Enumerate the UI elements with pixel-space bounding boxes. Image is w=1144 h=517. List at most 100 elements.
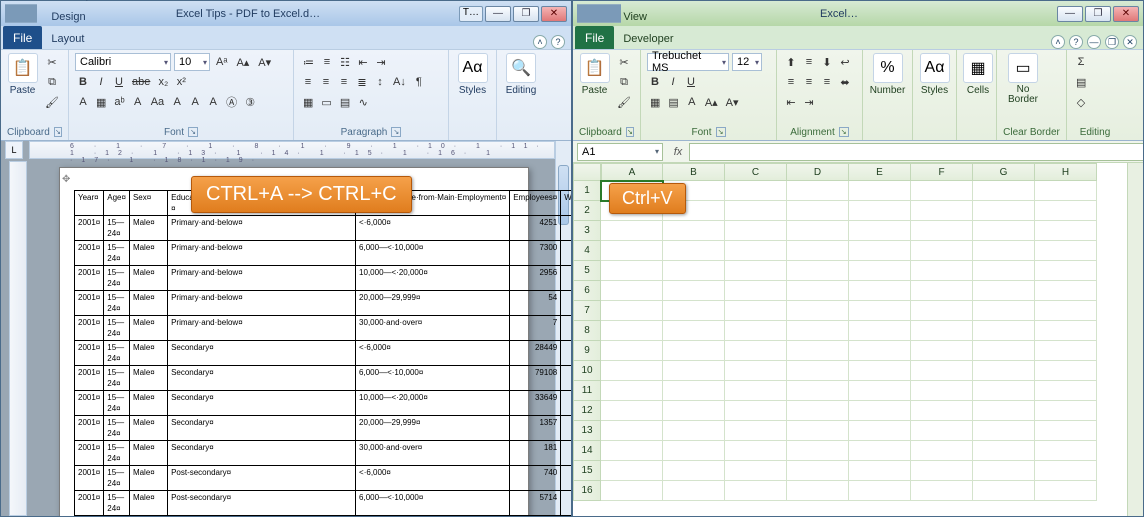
table-cell[interactable]: 54 xyxy=(510,291,561,316)
font-extra-5[interactable]: A xyxy=(169,93,185,111)
bold-button[interactable]: B xyxy=(75,73,91,91)
table-cell[interactable]: Secondary¤ xyxy=(168,341,356,366)
clear-formatting-button[interactable]: Aᵃ xyxy=(213,53,230,71)
cell-C2[interactable] xyxy=(725,201,787,221)
table-cell[interactable]: 28449 xyxy=(510,341,561,366)
table-cell[interactable]: 15—24¤ xyxy=(104,491,130,516)
cell-B12[interactable] xyxy=(663,401,725,421)
cell-A11[interactable] xyxy=(601,381,663,401)
grow-font-button[interactable]: A▴ xyxy=(702,93,721,111)
table-cell[interactable]: 2001¤ xyxy=(75,491,104,516)
col-head-F[interactable]: F xyxy=(911,163,973,181)
cell-A10[interactable] xyxy=(601,361,663,381)
table-cell[interactable]: 2001¤ xyxy=(75,391,104,416)
styles-button[interactable]: AαStyles xyxy=(455,53,490,96)
cell-A12[interactable] xyxy=(601,401,663,421)
cell-B9[interactable] xyxy=(663,341,725,361)
row-head-13[interactable]: 13 xyxy=(573,421,601,441)
fill-color-button[interactable]: ▤ xyxy=(665,93,681,111)
table-cell[interactable]: Post-secondary¤ xyxy=(168,466,356,491)
increase-indent-button[interactable]: ⇥ xyxy=(801,93,817,111)
tab-view[interactable]: View xyxy=(615,5,693,27)
cell-G6[interactable] xyxy=(973,281,1035,301)
cell-C15[interactable] xyxy=(725,461,787,481)
shrink-font-button[interactable]: A▾ xyxy=(723,93,742,111)
table-cell[interactable]: Male¤ xyxy=(129,391,167,416)
table-cell[interactable]: 7472¤ xyxy=(561,241,571,266)
fill-button[interactable]: ▤ xyxy=(1073,73,1089,91)
cell-C6[interactable] xyxy=(725,281,787,301)
font-extra-3[interactable]: A xyxy=(130,93,146,111)
cell-F10[interactable] xyxy=(911,361,973,381)
cell-E1[interactable] xyxy=(849,181,911,201)
cell-D7[interactable] xyxy=(787,301,849,321)
workbook-restore-icon[interactable]: ❐ xyxy=(1105,35,1119,49)
table-cell[interactable]: 7300 xyxy=(510,241,561,266)
maximize-button[interactable]: ❐ xyxy=(1085,6,1111,22)
word-page[interactable]: ✥ Year¤Age¤Sex¤Educational·Attainment·(H… xyxy=(59,167,529,516)
cut-button[interactable]: ✂ xyxy=(614,53,634,71)
no-border-button[interactable]: ▭No Border xyxy=(1003,53,1043,105)
tab-developer[interactable]: Developer xyxy=(615,27,693,49)
table-cell[interactable]: 7 xyxy=(510,316,561,341)
cell-H14[interactable] xyxy=(1035,441,1097,461)
table-cell[interactable]: 15—24¤ xyxy=(104,516,130,517)
row-head-4[interactable]: 4 xyxy=(573,241,601,261)
cell-F7[interactable] xyxy=(911,301,973,321)
cell-C9[interactable] xyxy=(725,341,787,361)
cell-C13[interactable] xyxy=(725,421,787,441)
cell-C12[interactable] xyxy=(725,401,787,421)
fx-icon[interactable]: fx xyxy=(667,146,689,158)
table-cell[interactable]: 4701¤ xyxy=(561,216,571,241)
table-cell[interactable]: Male¤ xyxy=(129,441,167,466)
vertical-ruler[interactable] xyxy=(9,161,27,516)
fill-button[interactable]: ▤ xyxy=(337,93,353,111)
cell-H13[interactable] xyxy=(1035,421,1097,441)
middle-align-button[interactable]: ≡ xyxy=(801,53,817,71)
autosum-button[interactable]: Σ xyxy=(1073,53,1089,71)
cell-A7[interactable] xyxy=(601,301,663,321)
bullets-button[interactable]: ≔ xyxy=(300,53,317,71)
table-cell[interactable]: Male¤ xyxy=(129,416,167,441)
table-cell[interactable]: Primary·and·below¤ xyxy=(168,291,356,316)
table-row[interactable]: 2001¤15—24¤Male¤Post-secondary¤<·6,000¤7… xyxy=(75,466,572,491)
cell-E13[interactable] xyxy=(849,421,911,441)
table-cell[interactable]: 20,000—29,999¤ xyxy=(356,416,510,441)
tab-selector-button[interactable]: L xyxy=(5,141,23,159)
table-cell[interactable]: 992¤ xyxy=(561,466,571,491)
cell-C7[interactable] xyxy=(725,301,787,321)
table-cell[interactable]: Secondary¤ xyxy=(168,366,356,391)
minimize-button[interactable]: — xyxy=(1057,6,1083,22)
cell-E12[interactable] xyxy=(849,401,911,421)
table-row[interactable]: 2001¤15—24¤Male¤Primary·and·below¤<·6,00… xyxy=(75,216,572,241)
underline-button[interactable]: U xyxy=(111,73,127,91)
cell-A5[interactable] xyxy=(601,261,663,281)
table-cell[interactable]: <·6,000¤ xyxy=(356,466,510,491)
cell-F1[interactable] xyxy=(911,181,973,201)
file-tab[interactable]: File xyxy=(575,26,614,49)
cell-H2[interactable] xyxy=(1035,201,1097,221)
align-right-button[interactable]: ≡ xyxy=(336,73,352,91)
table-row[interactable]: 2001¤15—24¤Male¤Secondary¤6,000—<·10,000… xyxy=(75,366,572,391)
cell-G7[interactable] xyxy=(973,301,1035,321)
table-cell[interactable]: 33649 xyxy=(510,391,561,416)
cell-C14[interactable] xyxy=(725,441,787,461)
row-head-8[interactable]: 8 xyxy=(573,321,601,341)
table-cell[interactable]: 314¤ xyxy=(561,441,571,466)
top-align-button[interactable]: ⬆ xyxy=(783,53,799,71)
table-cell[interactable]: 2001¤ xyxy=(75,516,104,517)
cell-E6[interactable] xyxy=(849,281,911,301)
table-cell[interactable]: 2956 xyxy=(510,266,561,291)
col-head-E[interactable]: E xyxy=(849,163,911,181)
cell-H15[interactable] xyxy=(1035,461,1097,481)
cell-E15[interactable] xyxy=(849,461,911,481)
table-cell[interactable]: Post-secondary¤ xyxy=(168,516,356,517)
table-cell[interactable]: 80144¤ xyxy=(561,366,571,391)
table-cell[interactable]: 2001¤ xyxy=(75,291,104,316)
cell-A15[interactable] xyxy=(601,461,663,481)
table-cell[interactable]: 2001¤ xyxy=(75,466,104,491)
cell-A14[interactable] xyxy=(601,441,663,461)
cell-G8[interactable] xyxy=(973,321,1035,341)
table-cell[interactable]: Male¤ xyxy=(129,516,167,517)
underline-button[interactable]: U xyxy=(683,73,699,91)
